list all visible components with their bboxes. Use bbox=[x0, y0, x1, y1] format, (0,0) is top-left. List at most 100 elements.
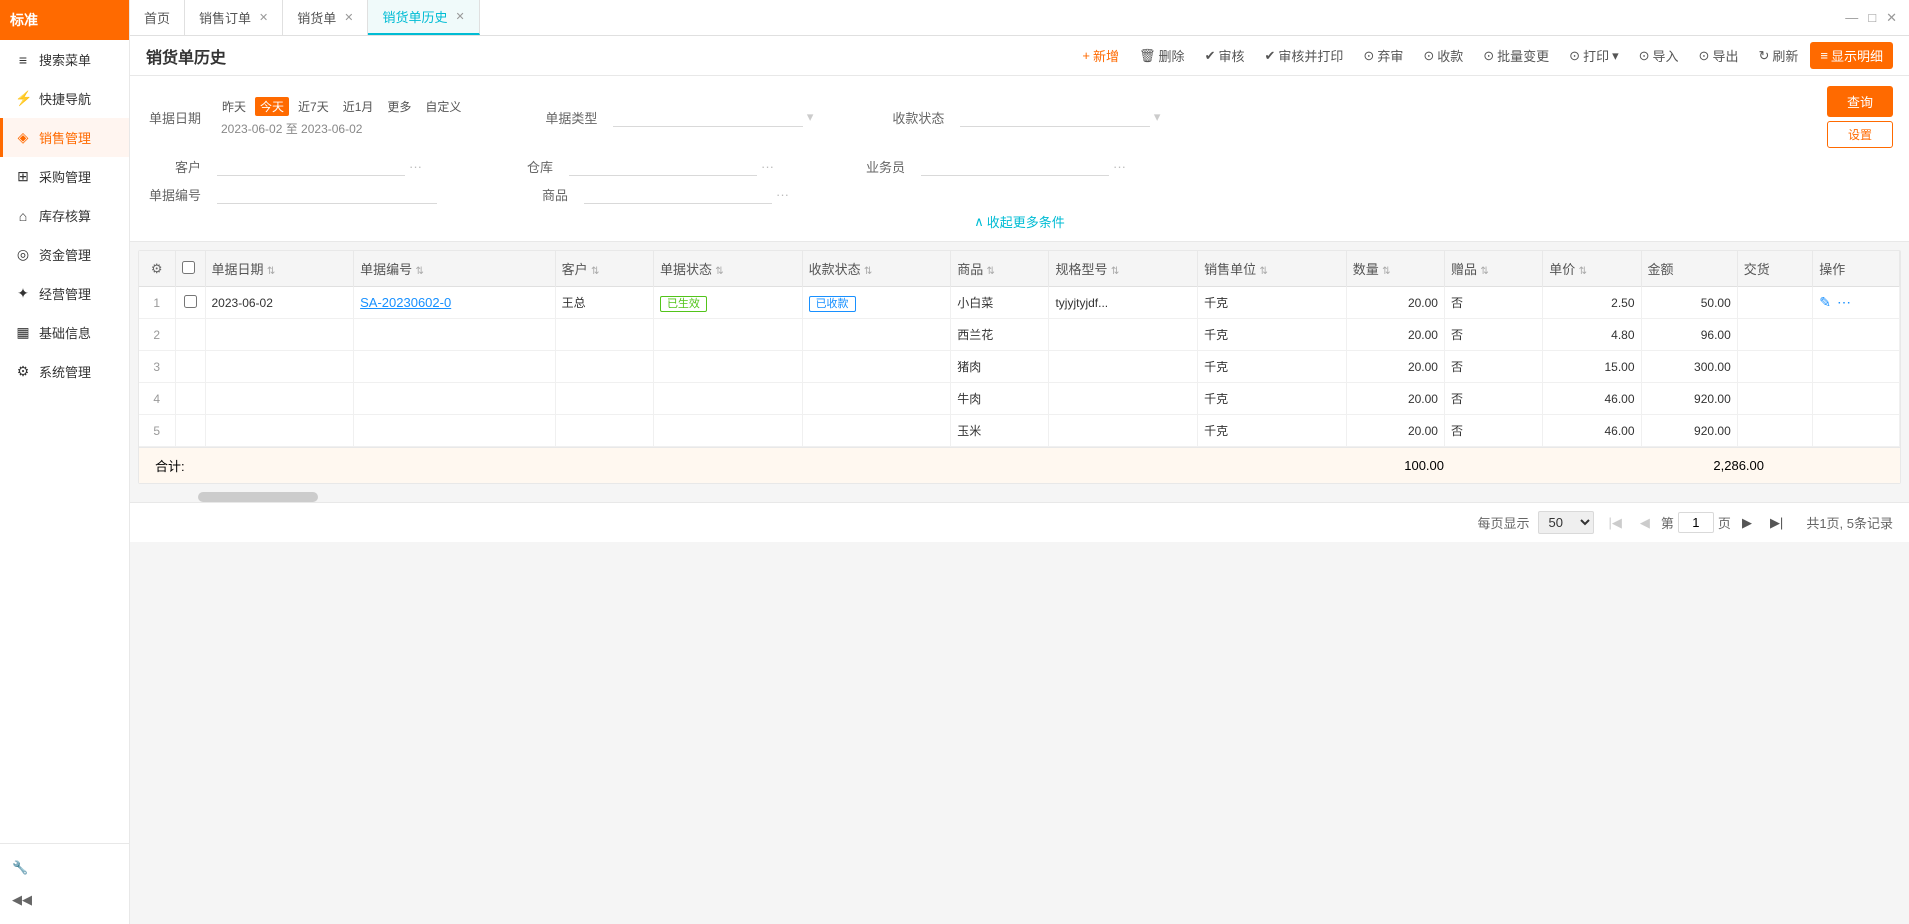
sidebar-item-quick-nav[interactable]: ⚡ 快捷导航 bbox=[0, 79, 129, 118]
goods-more-icon[interactable]: ··· bbox=[776, 187, 789, 202]
sidebar-item-sys-mgmt[interactable]: ⚙ 系统管理 bbox=[0, 352, 129, 391]
salesman-input[interactable] bbox=[921, 156, 1109, 176]
date-short-yesterday[interactable]: 昨天 bbox=[217, 97, 251, 116]
horizontal-scrollbar[interactable] bbox=[138, 492, 1901, 502]
sidebar-collapse[interactable]: ◀◀ bbox=[0, 884, 129, 916]
tab-sales-history[interactable]: 销货单历史 ✕ bbox=[368, 0, 479, 35]
audit-print-button[interactable]: ✔ 审核并打印 bbox=[1256, 42, 1351, 69]
pagination-bar: 每页显示 50 100 200 |◀ ◀ 第 页 ▶ ▶| 共1页, 5条记录 bbox=[130, 502, 1909, 542]
row-customer bbox=[555, 383, 653, 415]
th-doc-date[interactable]: 单据日期 ⇅ bbox=[205, 251, 354, 287]
warehouse-more-icon[interactable]: ··· bbox=[761, 159, 774, 174]
sidebar-item-basic-info[interactable]: ▦ 基础信息 bbox=[0, 313, 129, 352]
next-page-button[interactable]: ▶ bbox=[1735, 513, 1759, 533]
sidebar-user-settings[interactable]: 🔧 bbox=[0, 852, 129, 884]
row-doc-date bbox=[205, 351, 354, 383]
tab-home[interactable]: 首页 bbox=[130, 0, 185, 35]
th-gift[interactable]: 赠品 ⇅ bbox=[1444, 251, 1542, 287]
customer-more-icon[interactable]: ··· bbox=[409, 159, 422, 174]
gear-icon[interactable]: ⚙ bbox=[151, 261, 163, 276]
collapse-icon: ◀◀ bbox=[12, 892, 32, 908]
close-window-icon[interactable]: ✕ bbox=[1886, 10, 1897, 26]
set-button[interactable]: 设置 bbox=[1827, 121, 1893, 148]
tab-sales-order[interactable]: 销售订单 ✕ bbox=[185, 0, 283, 35]
print-button[interactable]: ⊙ 打印 ▾ bbox=[1561, 42, 1626, 69]
date-range-display: 2023-06-02 至 2023-06-02 bbox=[221, 120, 466, 137]
batch-change-icon: ⊙ bbox=[1483, 48, 1494, 64]
goods-select: ··· bbox=[584, 184, 789, 204]
export-button[interactable]: ⊙ 导出 bbox=[1691, 42, 1747, 69]
last-page-button[interactable]: ▶| bbox=[1763, 513, 1790, 533]
th-price[interactable]: 单价 ⇅ bbox=[1543, 251, 1641, 287]
th-qty[interactable]: 数量 ⇅ bbox=[1346, 251, 1444, 287]
tab-sales-delivery[interactable]: 销货单 ✕ bbox=[283, 0, 368, 35]
doc-type-input[interactable] bbox=[613, 107, 802, 127]
date-shortcuts: 昨天 今天 近7天 近1月 更多 自定义 bbox=[217, 97, 466, 116]
audit-button[interactable]: ✔ 审核 bbox=[1197, 42, 1253, 69]
page-size-select[interactable]: 50 100 200 bbox=[1538, 511, 1594, 534]
salesman-more-icon[interactable]: ··· bbox=[1113, 159, 1126, 174]
sidebar-item-finance-mgmt[interactable]: ◎ 资金管理 bbox=[0, 235, 129, 274]
th-spec[interactable]: 规格型号 ⇅ bbox=[1049, 251, 1198, 287]
th-doc-status[interactable]: 单据状态 ⇅ bbox=[653, 251, 802, 287]
goods-input[interactable] bbox=[584, 184, 772, 204]
minimize-icon[interactable]: — bbox=[1845, 10, 1858, 25]
scrollbar-thumb[interactable] bbox=[198, 492, 318, 502]
prev-page-button[interactable]: ◀ bbox=[1633, 513, 1657, 533]
abandon-button[interactable]: ⊙ 弃审 bbox=[1355, 42, 1411, 69]
sidebar-item-ops-mgmt[interactable]: ✦ 经营管理 bbox=[0, 274, 129, 313]
collapse-button[interactable]: ∧ 收起更多条件 bbox=[146, 212, 1893, 231]
refresh-button[interactable]: ↻ 刷新 bbox=[1750, 42, 1806, 69]
batch-change-button[interactable]: ⊙ 批量变更 bbox=[1475, 42, 1557, 69]
select-all-checkbox[interactable] bbox=[182, 261, 195, 274]
sidebar-item-inventory-calc[interactable]: ⌂ 库存核算 bbox=[0, 196, 129, 235]
row-qty: 20.00 bbox=[1346, 287, 1444, 319]
row-checkbox[interactable] bbox=[184, 295, 197, 308]
date-short-today[interactable]: 今天 bbox=[255, 97, 289, 116]
tab-sales-order-label: 销售订单 bbox=[199, 8, 251, 27]
maximize-icon[interactable]: □ bbox=[1868, 10, 1876, 25]
row-payment-status bbox=[802, 351, 951, 383]
date-short-more[interactable]: 更多 bbox=[382, 97, 416, 116]
th-customer[interactable]: 客户 ⇅ bbox=[555, 251, 653, 287]
th-action-label: 操作 bbox=[1819, 262, 1845, 277]
delete-button[interactable]: 🗑 删除 bbox=[1131, 42, 1193, 69]
warehouse-input[interactable] bbox=[569, 156, 757, 176]
th-goods[interactable]: 商品 ⇅ bbox=[951, 251, 1049, 287]
new-button[interactable]: + 新增 bbox=[1074, 42, 1127, 69]
page-number-input[interactable] bbox=[1678, 512, 1714, 533]
sidebar-item-search-menu[interactable]: ≡ 搜索菜单 bbox=[0, 40, 129, 79]
doc-number-link[interactable]: SA-20230602-0 bbox=[360, 295, 451, 310]
first-page-button[interactable]: |◀ bbox=[1602, 513, 1629, 533]
row-trade bbox=[1737, 319, 1813, 351]
customer-input[interactable] bbox=[217, 156, 405, 176]
date-short-7days[interactable]: 近7天 bbox=[293, 97, 334, 116]
tab-sales-history-close[interactable]: ✕ bbox=[456, 10, 465, 23]
row-doc-number bbox=[354, 415, 556, 447]
th-payment-status[interactable]: 收款状态 ⇅ bbox=[802, 251, 951, 287]
ops-mgmt-icon: ✦ bbox=[15, 285, 31, 302]
sort-doc-number-icon: ⇅ bbox=[415, 266, 423, 277]
tab-sales-delivery-close[interactable]: ✕ bbox=[344, 11, 353, 24]
collect-button[interactable]: ⊙ 收款 bbox=[1415, 42, 1471, 69]
row-price: 46.00 bbox=[1543, 383, 1641, 415]
th-unit[interactable]: 销售单位 ⇅ bbox=[1198, 251, 1347, 287]
doc-number-input[interactable] bbox=[217, 184, 437, 204]
row-checkbox-cell bbox=[175, 319, 205, 351]
sidebar-item-sales-mgmt[interactable]: ◈ 销售管理 bbox=[0, 118, 129, 157]
show-detail-button[interactable]: ≡ 显示明细 bbox=[1810, 42, 1893, 69]
tab-sales-order-close[interactable]: ✕ bbox=[259, 11, 268, 24]
th-doc-number[interactable]: 单据编号 ⇅ bbox=[354, 251, 556, 287]
edit-icon[interactable]: ✎ bbox=[1819, 294, 1831, 311]
query-button[interactable]: 查询 bbox=[1827, 86, 1893, 117]
sidebar-item-purchase-mgmt[interactable]: ⊞ 采购管理 bbox=[0, 157, 129, 196]
payment-status-input[interactable] bbox=[960, 107, 1149, 127]
more-icon[interactable]: ⋯ bbox=[1837, 294, 1851, 311]
date-short-1month[interactable]: 近1月 bbox=[338, 97, 379, 116]
date-short-custom[interactable]: 自定义 bbox=[420, 97, 466, 116]
import-button[interactable]: ⊙ 导入 bbox=[1631, 42, 1687, 69]
tab-bar: 首页 销售订单 ✕ 销货单 ✕ 销货单历史 ✕ — □ ✕ bbox=[130, 0, 1909, 36]
sort-doc-status-icon: ⇅ bbox=[715, 266, 723, 277]
th-gear[interactable]: ⚙ bbox=[139, 251, 175, 287]
sidebar-item-label: 快捷导航 bbox=[39, 89, 91, 108]
